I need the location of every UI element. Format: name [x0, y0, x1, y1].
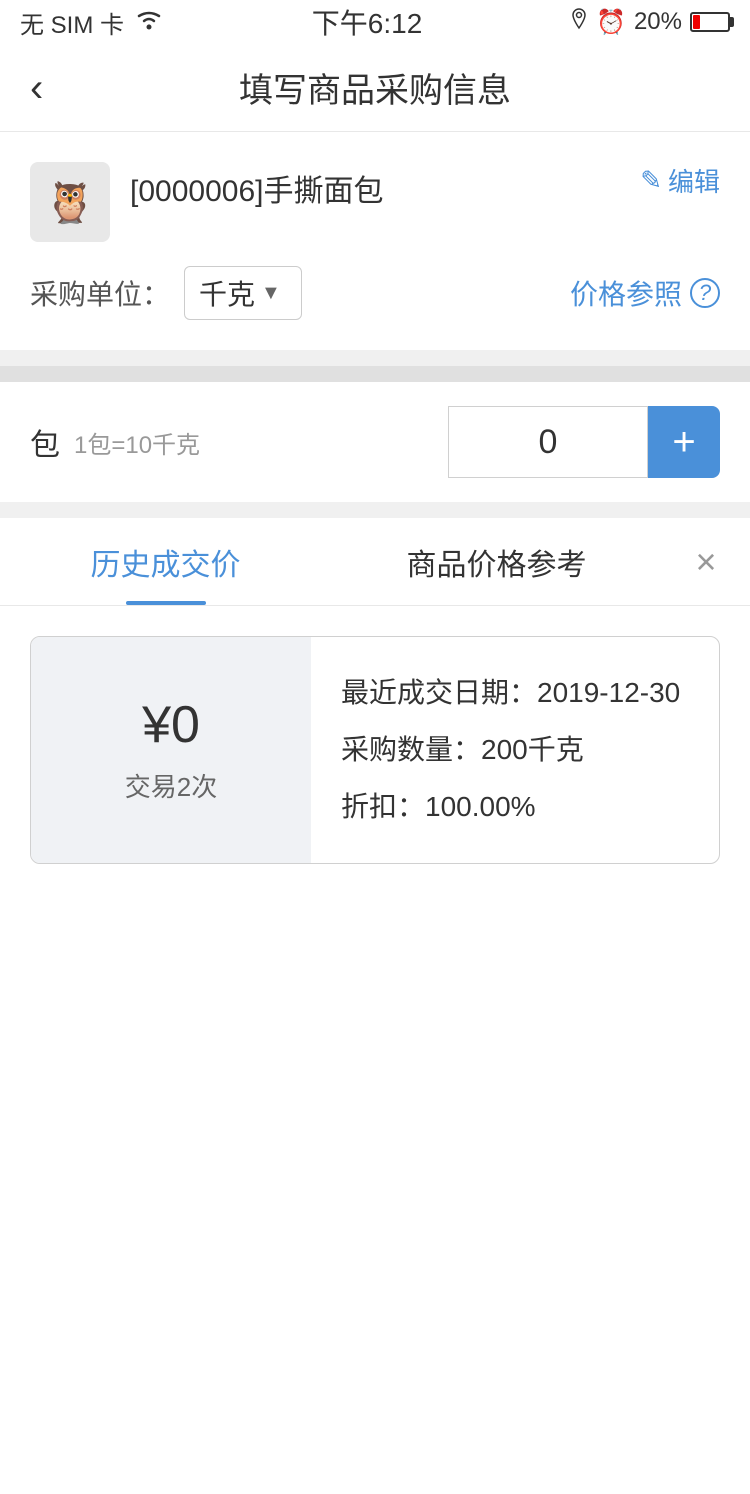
product-logo-icon: 🦉	[45, 179, 95, 226]
plus-icon: +	[672, 420, 695, 465]
bottom-area	[0, 894, 750, 1494]
status-left: 无 SIM 卡	[20, 5, 164, 40]
page-title: 填写商品采购信息	[239, 63, 511, 112]
product-thumbnail: 🦉	[30, 162, 110, 242]
price-card-left: ¥0 交易2次	[31, 637, 311, 863]
nav-bar: ‹ 填写商品采购信息	[0, 44, 750, 132]
quantity-input[interactable]: 0	[448, 406, 648, 478]
sim-text: 无 SIM 卡	[20, 5, 124, 40]
trade-count: 交易2次	[125, 767, 217, 804]
tab-product-price-ref-label: 商品价格参考	[407, 540, 587, 584]
wifi-icon	[134, 8, 164, 37]
edit-icon: ✎	[640, 165, 662, 196]
status-time: 下午6:12	[312, 2, 423, 42]
purchase-qty-label: 采购数量：	[341, 734, 481, 765]
price-card: ¥0 交易2次 最近成交日期：2019-12-30 采购数量：200千克 折扣：…	[30, 636, 720, 864]
price-ref-help-icon: ?	[690, 278, 720, 308]
price-card-right: 最近成交日期：2019-12-30 采购数量：200千克 折扣：100.00%	[311, 637, 719, 863]
quantity-unit-badge: 包	[30, 420, 60, 464]
unit-left: 采购单位： 千克 ▼	[30, 266, 302, 320]
recent-date-row: 最近成交日期：2019-12-30	[341, 673, 689, 712]
section-divider	[0, 366, 750, 382]
discount-row: 折扣：100.00%	[341, 787, 689, 826]
tab-history-price[interactable]: 历史成交价	[0, 518, 331, 605]
edit-label: 编辑	[668, 162, 720, 199]
product-name: [0000006]手撕面包	[130, 162, 383, 210]
unit-value: 千克	[199, 273, 255, 313]
purchase-unit-row: 采购单位： 千克 ▼ 价格参照 ?	[30, 266, 720, 320]
discount-value: 100.00%	[425, 791, 536, 822]
status-right: ⏰ 20%	[570, 8, 730, 37]
edit-button[interactable]: ✎ 编辑	[640, 162, 720, 199]
price-ref-label: 价格参照	[570, 273, 682, 313]
status-bar: 无 SIM 卡 下午6:12 ⏰ 20%	[0, 0, 750, 44]
product-left: 🦉 [0000006]手撕面包	[30, 162, 383, 242]
close-icon: ×	[695, 541, 716, 583]
tab-product-price-ref[interactable]: 商品价格参考	[331, 518, 662, 605]
price-amount: ¥0	[142, 695, 200, 755]
quantity-value: 0	[539, 423, 558, 462]
alarm-icon: ⏰	[596, 8, 626, 37]
amount-value: 0	[171, 696, 200, 754]
back-button[interactable]: ‹	[30, 68, 43, 108]
location-icon	[570, 8, 588, 37]
discount-label: 折扣：	[341, 791, 425, 822]
tab-history-price-label: 历史成交价	[91, 540, 241, 584]
tab-header: 历史成交价 商品价格参考 ×	[0, 518, 750, 606]
quantity-section: 包 1包=10千克 0 +	[0, 382, 750, 502]
recent-date-label: 最近成交日期：	[341, 677, 537, 708]
battery-icon	[690, 12, 730, 32]
tab-close-button[interactable]: ×	[662, 518, 750, 606]
unit-dropdown-icon: ▼	[261, 282, 281, 305]
product-section: 🦉 [0000006]手撕面包 ✎ 编辑 采购单位： 千克 ▼ 价格参照 ?	[0, 132, 750, 350]
recent-date-value: 2019-12-30	[537, 677, 680, 708]
price-ref-button[interactable]: 价格参照 ?	[570, 273, 720, 313]
tab-active-indicator	[126, 601, 206, 605]
unit-selector[interactable]: 千克 ▼	[184, 266, 302, 320]
quantity-label-group: 包 1包=10千克	[30, 420, 200, 464]
quantity-conversion-text: 1包=10千克	[74, 425, 200, 460]
quantity-plus-button[interactable]: +	[648, 406, 720, 478]
quantity-controls: 0 +	[448, 406, 720, 478]
battery-percent: 20%	[634, 8, 682, 36]
purchase-unit-label: 采购单位：	[30, 273, 170, 313]
currency-symbol: ¥	[142, 696, 171, 754]
purchase-qty-value: 200千克	[481, 734, 584, 765]
product-header: 🦉 [0000006]手撕面包 ✎ 编辑	[30, 162, 720, 242]
purchase-qty-row: 采购数量：200千克	[341, 730, 689, 769]
tab-panel: 历史成交价 商品价格参考 × ¥0 交易2次 最近成交日期：2019-12-30	[0, 518, 750, 894]
history-price-content: ¥0 交易2次 最近成交日期：2019-12-30 采购数量：200千克 折扣：…	[0, 606, 750, 894]
